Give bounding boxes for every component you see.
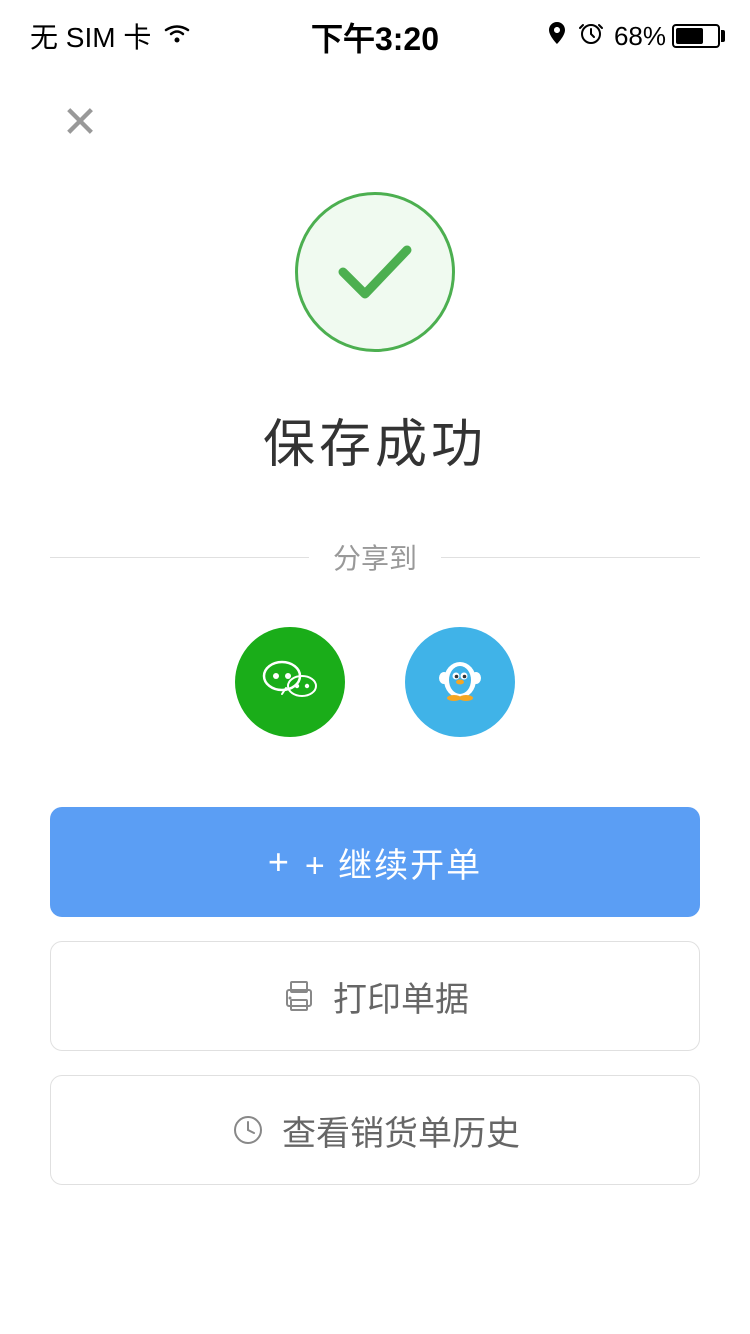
close-icon: ✕	[62, 97, 99, 148]
action-buttons: + + 继续开单 打印单据 查看销货单历史	[50, 807, 700, 1185]
battery-icon	[672, 24, 720, 48]
status-left: 无 SIM 卡	[30, 16, 193, 56]
print-icon	[281, 978, 317, 1014]
battery-percent: 68%	[614, 21, 666, 52]
qq-icon	[430, 652, 490, 712]
close-button[interactable]: ✕	[50, 92, 110, 152]
share-divider: 分享到	[50, 537, 700, 577]
no-sim-text: 无 SIM 卡	[30, 16, 151, 56]
history-label: 查看销货单历史	[282, 1106, 520, 1155]
print-label: 打印单据	[333, 972, 469, 1021]
wifi-icon	[161, 20, 193, 52]
main-content: ✕ 保存成功 分享到	[0, 72, 750, 1205]
battery-container: 68%	[614, 21, 720, 52]
wechat-icon	[258, 654, 322, 710]
divider-right	[441, 557, 700, 558]
share-wechat-button[interactable]	[235, 627, 345, 737]
share-qq-button[interactable]	[405, 627, 515, 737]
status-right: 68%	[546, 20, 720, 53]
alarm-icon	[578, 20, 604, 53]
print-button[interactable]: 打印单据	[50, 941, 700, 1051]
status-bar: 无 SIM 卡 下午3:20 68%	[0, 0, 750, 72]
divider-left	[50, 557, 309, 558]
plus-icon: +	[268, 841, 289, 883]
history-icon	[230, 1112, 266, 1148]
continue-button[interactable]: + + 继续开单	[50, 807, 700, 917]
success-title: 保存成功	[263, 402, 487, 477]
checkmark-icon	[335, 242, 415, 302]
status-time: 下午3:20	[311, 14, 439, 60]
share-label: 分享到	[309, 537, 441, 577]
share-icons	[235, 627, 515, 737]
continue-label: + 继续开单	[305, 838, 482, 887]
location-icon	[546, 20, 568, 53]
success-circle	[295, 192, 455, 352]
history-button[interactable]: 查看销货单历史	[50, 1075, 700, 1185]
